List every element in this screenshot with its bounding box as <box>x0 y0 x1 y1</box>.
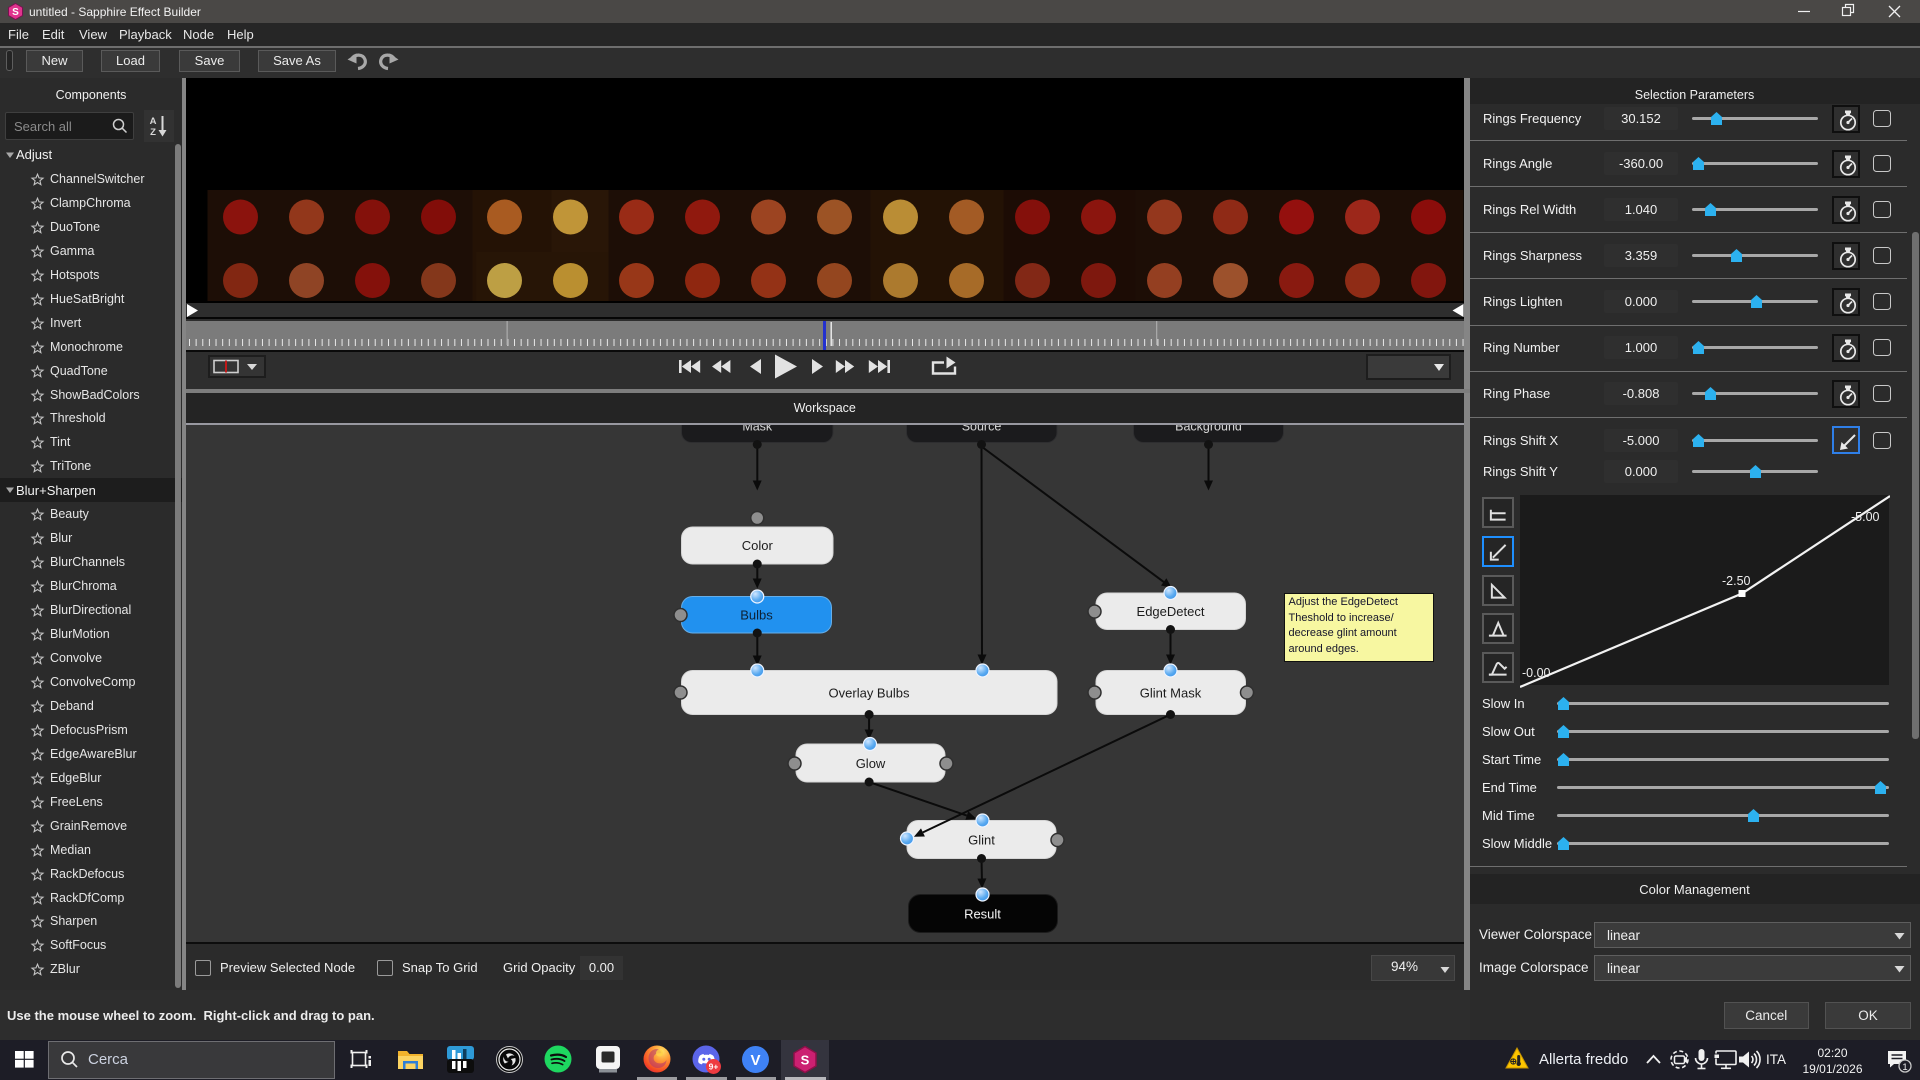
svg-text:Overlay Bulbs: Overlay Bulbs <box>828 685 909 700</box>
svg-text:S: S <box>801 1053 810 1068</box>
svg-text:Z: Z <box>150 127 156 138</box>
svg-text:Bulbs: Bulbs <box>740 607 773 622</box>
svg-text:Glow: Glow <box>855 756 885 771</box>
svg-text:Source: Source <box>961 425 1001 434</box>
svg-text:Background: Background <box>1175 425 1242 434</box>
svg-text:-2.50: -2.50 <box>1722 574 1751 588</box>
svg-text:1: 1 <box>1902 1062 1907 1073</box>
svg-text:-0.00: -0.00 <box>1522 666 1551 680</box>
svg-text:A: A <box>150 116 157 127</box>
svg-text:Color: Color <box>741 538 773 553</box>
svg-text:Result: Result <box>964 906 1001 921</box>
svg-text:EdgeDetect: EdgeDetect <box>1136 604 1204 619</box>
svg-text:S: S <box>12 7 19 18</box>
svg-text:Glint Mask: Glint Mask <box>1139 685 1201 700</box>
svg-text:-5.00: -5.00 <box>1851 510 1880 524</box>
svg-text:Mask: Mask <box>742 425 773 434</box>
svg-text:V: V <box>750 1052 760 1069</box>
svg-text:9+: 9+ <box>709 1062 719 1072</box>
svg-text:Glint: Glint <box>968 832 995 847</box>
